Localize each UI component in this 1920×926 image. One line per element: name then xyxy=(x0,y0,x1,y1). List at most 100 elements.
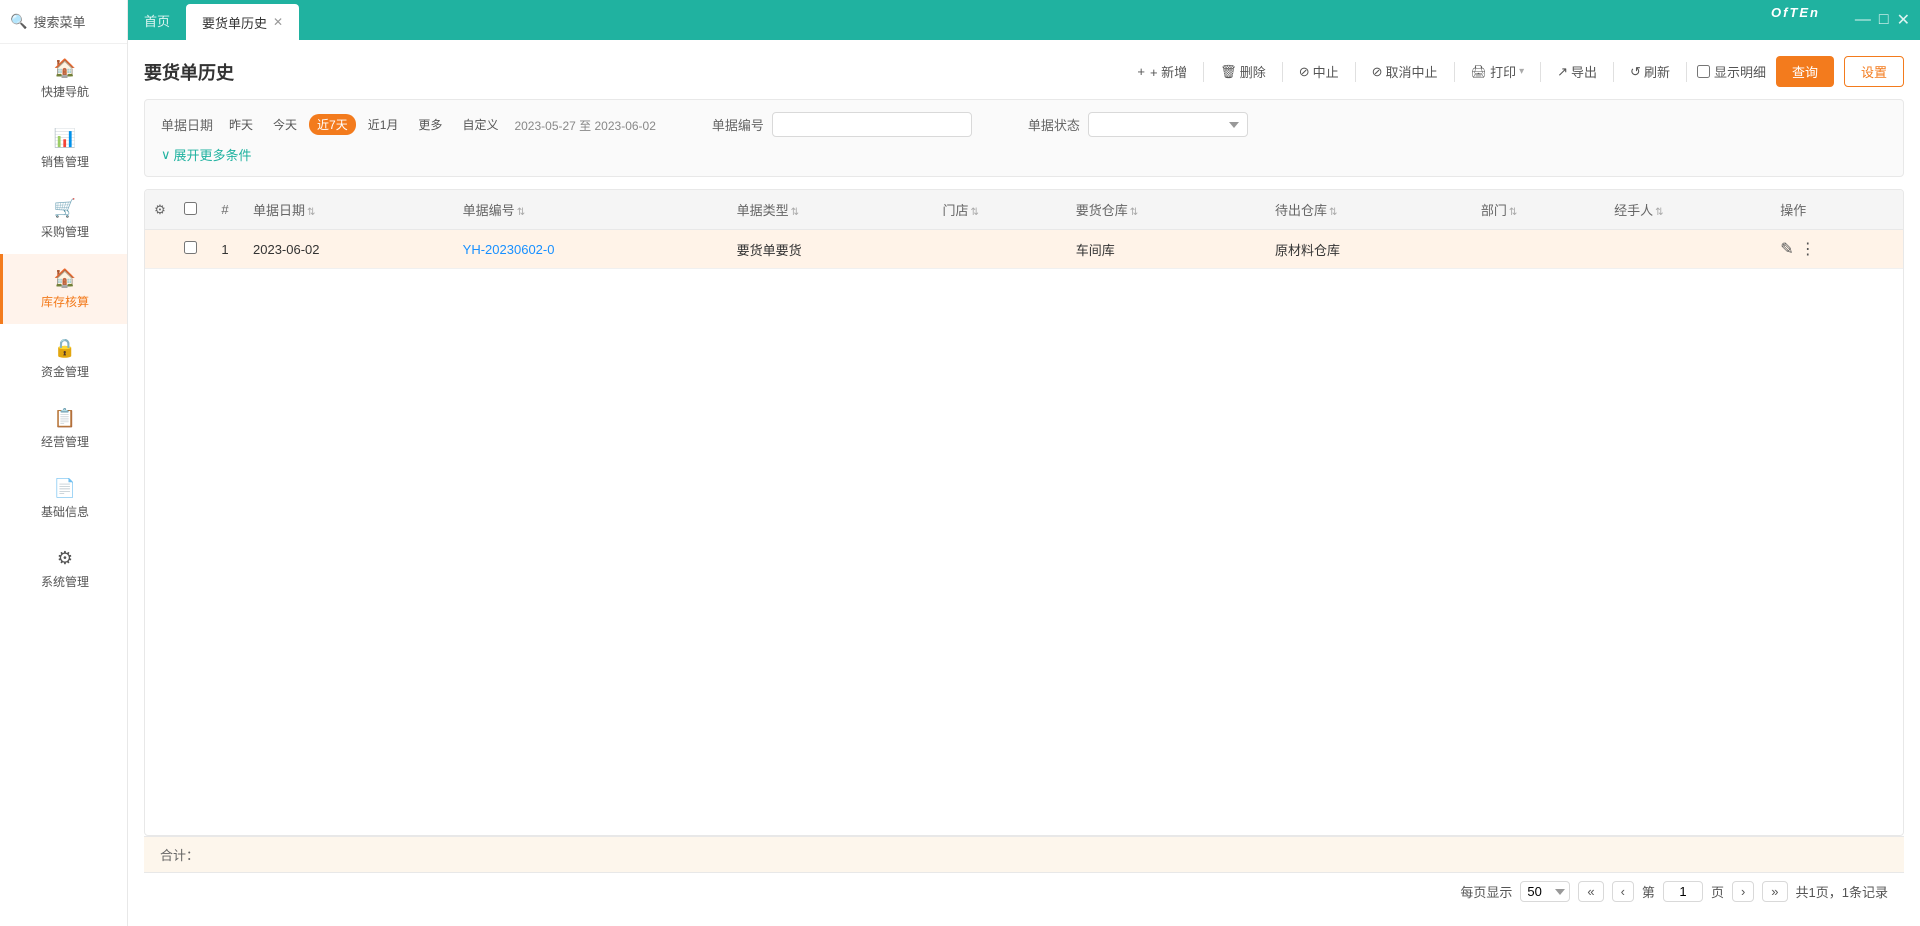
table-container: ⚙ # 单据日期⇅ 单据编号⇅ 单据类型⇅ xyxy=(144,189,1904,836)
date-btn-今天[interactable]: 今天 xyxy=(265,114,305,135)
table-row: 1 2023-06-02 YH-20230602-0 要货单要货 车间库 原材料… xyxy=(145,230,1903,269)
total-info: 共1页，1条记录 xyxy=(1796,882,1888,901)
print-icon: 🖨 xyxy=(1471,64,1488,80)
window-controls: — □ ✕ xyxy=(1855,10,1920,30)
sidebar-item-finance[interactable]: 🔒 资金管理 xyxy=(0,324,127,394)
export-icon: ↗ xyxy=(1557,64,1568,80)
row-department xyxy=(1473,230,1606,269)
th-doc-date[interactable]: 单据日期⇅ xyxy=(245,190,455,230)
doc-no-link[interactable]: YH-20230602-0 xyxy=(463,242,555,257)
search-icon: 🔍 xyxy=(10,13,27,30)
print-button[interactable]: 🖨 打印 ▾ xyxy=(1465,58,1531,85)
show-detail-checkbox[interactable] xyxy=(1697,65,1710,78)
row-store xyxy=(935,230,1068,269)
th-pending-warehouse[interactable]: 待出仓库⇅ xyxy=(1267,190,1473,230)
sidebar-label-system: 系统管理 xyxy=(41,573,89,590)
select-all-checkbox[interactable] xyxy=(184,202,197,215)
row-doc-type: 要货单要货 xyxy=(729,230,935,269)
sidebar-icon-quick-nav: 🏠 xyxy=(54,58,76,79)
sidebar-item-sales[interactable]: 📊 销售管理 xyxy=(0,114,127,184)
query-button[interactable]: 查询 xyxy=(1776,56,1834,87)
sidebar-item-quick-nav[interactable]: 🏠 快捷导航 xyxy=(0,44,127,114)
tab-label-home: 首页 xyxy=(144,11,170,30)
date-btn-自定义[interactable]: 自定义 xyxy=(454,114,506,135)
divider-7 xyxy=(1686,62,1687,82)
th-checkbox xyxy=(175,190,205,230)
sidebar-search[interactable]: 🔍 搜索菜单 xyxy=(0,0,127,44)
new-icon: + xyxy=(1137,64,1145,79)
row-actions: ✎ ⋮ xyxy=(1772,230,1903,269)
divider-4 xyxy=(1454,62,1455,82)
divider-3 xyxy=(1355,62,1356,82)
th-settings[interactable]: ⚙ xyxy=(145,190,175,230)
date-btn-近7天[interactable]: 近7天 xyxy=(309,114,356,135)
filter-area: 单据日期 昨天今天近7天近1月更多自定义 2023-05-27 至 2023-0… xyxy=(144,99,1904,177)
last-page-button[interactable]: » xyxy=(1762,881,1787,902)
settings-button[interactable]: 设置 xyxy=(1844,56,1904,87)
goto-label: 第 xyxy=(1642,882,1655,901)
pagination-bar: 每页显示 50 10 20 100 « ‹ 第 页 › » 共1页，1条记录 xyxy=(144,872,1904,910)
print-dropdown-icon: ▾ xyxy=(1519,66,1524,77)
minimize-button[interactable]: — xyxy=(1855,11,1871,29)
tab-requisition-history[interactable]: 要货单历史 ✕ xyxy=(186,4,299,40)
sidebar-item-operation[interactable]: 📋 经营管理 xyxy=(0,394,127,464)
toolbar: + + 新增 🗑 删除 ⊘ 中止 ⊘ 取消中止 xyxy=(1131,56,1904,87)
expand-filter-button[interactable]: ∨ 展开更多条件 xyxy=(161,145,1887,164)
show-detail-label: 显示明细 xyxy=(1697,62,1766,81)
maximize-button[interactable]: □ xyxy=(1879,11,1889,29)
th-handler[interactable]: 经手人⇅ xyxy=(1606,190,1772,230)
stop-button[interactable]: ⊘ 中止 xyxy=(1293,58,1345,85)
sort-icon-dept: ⇅ xyxy=(1509,207,1517,218)
delete-button[interactable]: 🗑 删除 xyxy=(1214,58,1272,85)
tab-close-requisition-history[interactable]: ✕ xyxy=(273,15,283,29)
date-btn-更多[interactable]: 更多 xyxy=(410,114,450,135)
doc-no-label: 单据编号 xyxy=(712,115,764,134)
th-req-warehouse[interactable]: 要货仓库⇅ xyxy=(1068,190,1267,230)
sidebar-label-purchase: 采购管理 xyxy=(41,223,89,240)
sidebar-item-purchase[interactable]: 🛒 采购管理 xyxy=(0,184,127,254)
table-body: 1 2023-06-02 YH-20230602-0 要货单要货 车间库 原材料… xyxy=(145,230,1903,269)
new-button[interactable]: + + 新增 xyxy=(1131,58,1193,85)
sidebar-icon-basic: 📄 xyxy=(54,478,76,499)
summary-label: 合计： xyxy=(160,845,199,864)
page-size-label: 每页显示 xyxy=(1460,882,1512,901)
cancel-stop-button[interactable]: ⊘ 取消中止 xyxy=(1366,58,1444,85)
page-input[interactable] xyxy=(1663,881,1703,902)
divider-1 xyxy=(1203,62,1204,82)
th-doc-type[interactable]: 单据类型⇅ xyxy=(729,190,935,230)
row-req-warehouse: 车间库 xyxy=(1068,230,1267,269)
sidebar-item-system[interactable]: ⚙ 系统管理 xyxy=(0,534,127,604)
sidebar-item-basic[interactable]: 📄 基础信息 xyxy=(0,464,127,534)
tab-bar: 首页要货单历史✕ OfTEn — □ ✕ xyxy=(128,0,1920,40)
sidebar-icon-sales: 📊 xyxy=(54,128,76,149)
next-page-button[interactable]: › xyxy=(1732,881,1754,902)
page-header: 要货单历史 + + 新增 🗑 删除 ⊘ 中止 ⊘ xyxy=(144,56,1904,87)
cancel-stop-icon: ⊘ xyxy=(1372,64,1383,80)
date-btn-昨天[interactable]: 昨天 xyxy=(221,114,261,135)
th-department[interactable]: 部门⇅ xyxy=(1473,190,1606,230)
refresh-button[interactable]: ↺ 刷新 xyxy=(1624,58,1676,85)
row-more-icon[interactable]: ⋮ xyxy=(1800,239,1816,259)
page-size-select[interactable]: 50 10 20 100 xyxy=(1520,881,1570,902)
doc-no-input[interactable] xyxy=(772,112,972,137)
tab-home[interactable]: 首页 xyxy=(128,0,186,40)
close-button[interactable]: ✕ xyxy=(1897,10,1910,30)
date-btn-近1月[interactable]: 近1月 xyxy=(360,114,407,135)
delete-icon: 🗑 xyxy=(1220,64,1237,80)
date-filter-label: 单据日期 xyxy=(161,115,213,134)
row-edit-icon[interactable]: ✎ xyxy=(1780,239,1793,259)
tab-label-requisition-history: 要货单历史 xyxy=(202,13,267,32)
sort-icon-pending-wh: ⇅ xyxy=(1329,207,1337,218)
sidebar-icon-purchase: 🛒 xyxy=(54,198,76,219)
sidebar-item-inventory[interactable]: 🏠 库存核算 xyxy=(0,254,127,324)
export-button[interactable]: ↗ 导出 xyxy=(1551,58,1603,85)
page-label: 页 xyxy=(1711,882,1724,901)
first-page-button[interactable]: « xyxy=(1578,881,1603,902)
th-doc-no[interactable]: 单据编号⇅ xyxy=(455,190,729,230)
row-checkbox-0[interactable] xyxy=(184,241,197,254)
sort-icon-handler: ⇅ xyxy=(1655,207,1663,218)
status-select[interactable] xyxy=(1088,112,1248,137)
th-store[interactable]: 门店⇅ xyxy=(935,190,1068,230)
prev-page-button[interactable]: ‹ xyxy=(1612,881,1634,902)
sort-icon-req-wh: ⇅ xyxy=(1130,207,1138,218)
